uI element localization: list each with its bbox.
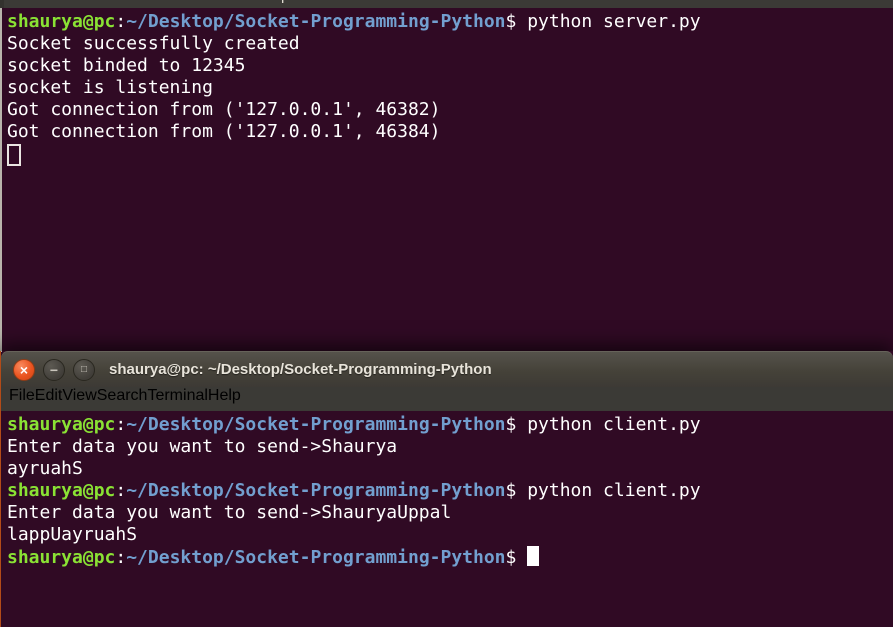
menu-file[interactable]: File [12, 0, 42, 8]
prompt-user: shaurya@pc [7, 414, 115, 435]
terminal-cursor-focused [527, 546, 539, 566]
terminal-output-line: socket binded to 12345 [7, 55, 891, 77]
menu-edit[interactable]: Edit [35, 387, 63, 411]
terminal-output-line: Got connection from ('127.0.0.1', 46384) [7, 121, 891, 143]
terminal-output-line: Enter data you want to send->Shaurya [7, 436, 893, 458]
close-button[interactable]: × [13, 359, 35, 381]
terminal-cursor-unfocused [7, 144, 21, 166]
client-terminal-window: × − □ shaurya@pc: ~/Desktop/Socket-Progr… [0, 351, 893, 627]
prompt-dollar: $ [506, 547, 528, 568]
desktop: File Edit View Search Terminal Help shau… [0, 0, 893, 627]
terminal-output-line: socket is listening [7, 77, 891, 99]
prompt-path: ~/Desktop/Socket-Programming-Python [126, 547, 505, 568]
menu-view[interactable]: View [80, 0, 124, 8]
terminal-output-line: Got connection from ('127.0.0.1', 46382) [7, 99, 891, 121]
prompt-user: shaurya@pc [7, 547, 115, 568]
prompt-dollar: $ [506, 480, 528, 501]
command-text: python server.py [527, 11, 700, 32]
menubar-items: File Edit View Search Terminal Help [4, 0, 295, 8]
prompt-path: ~/Desktop/Socket-Programming-Python [126, 414, 505, 435]
server-window-menubar-clipped: File Edit View Search Terminal Help [0, 0, 893, 8]
minimize-button[interactable]: − [43, 359, 65, 381]
terminal-prompt-line: shaurya@pc:~/Desktop/Socket-Programming-… [7, 11, 891, 33]
menu-terminal[interactable]: Terminal [147, 387, 207, 411]
prompt-path: ~/Desktop/Socket-Programming-Python [126, 480, 505, 501]
terminal-output-line: ayruahS [7, 458, 893, 480]
command-text: python client.py [527, 414, 700, 435]
prompt-path: ~/Desktop/Socket-Programming-Python [126, 11, 505, 32]
client-window-menubar: File Edit View Search Terminal Help [1, 387, 893, 411]
maximize-button[interactable]: □ [73, 359, 95, 381]
server-terminal-viewport[interactable]: shaurya@pc:~/Desktop/Socket-Programming-… [0, 8, 891, 352]
client-terminal-viewport[interactable]: shaurya@pc:~/Desktop/Socket-Programming-… [1, 412, 893, 627]
menu-help[interactable]: Help [253, 0, 296, 8]
terminal-output-line: lappUayruahS [7, 524, 893, 546]
terminal-prompt-line: shaurya@pc:~/Desktop/Socket-Programming-… [7, 546, 893, 568]
prompt-colon: : [115, 547, 126, 568]
maximize-icon: □ [81, 365, 87, 375]
prompt-colon: : [115, 414, 126, 435]
prompt-dollar: $ [506, 11, 528, 32]
command-text: python client.py [527, 480, 700, 501]
prompt-user: shaurya@pc [7, 480, 115, 501]
prompt-colon: : [115, 11, 126, 32]
menu-view[interactable]: View [62, 387, 96, 411]
prompt-dollar: $ [506, 414, 528, 435]
terminal-prompt-line: shaurya@pc:~/Desktop/Socket-Programming-… [7, 414, 893, 436]
menu-search[interactable]: Search [97, 387, 148, 411]
prompt-colon: : [115, 480, 126, 501]
terminal-prompt-line: shaurya@pc:~/Desktop/Socket-Programming-… [7, 480, 893, 502]
terminal-output-line: Enter data you want to send->ShauryaUppa… [7, 502, 893, 524]
menu-terminal[interactable]: Terminal [184, 0, 253, 8]
menu-help[interactable]: Help [208, 387, 241, 411]
menu-search[interactable]: Search [124, 0, 184, 8]
terminal-output-line: Socket successfully created [7, 33, 891, 55]
menu-file[interactable]: File [9, 387, 35, 411]
terminal-cursor-line [7, 143, 891, 165]
close-icon: × [20, 363, 28, 377]
prompt-user: shaurya@pc [7, 11, 115, 32]
titlebar[interactable]: × − □ shaurya@pc: ~/Desktop/Socket-Progr… [1, 351, 893, 387]
menu-edit[interactable]: Edit [42, 0, 80, 8]
window-title: shaurya@pc: ~/Desktop/Socket-Programming… [109, 361, 492, 378]
minimize-icon: − [50, 363, 58, 377]
